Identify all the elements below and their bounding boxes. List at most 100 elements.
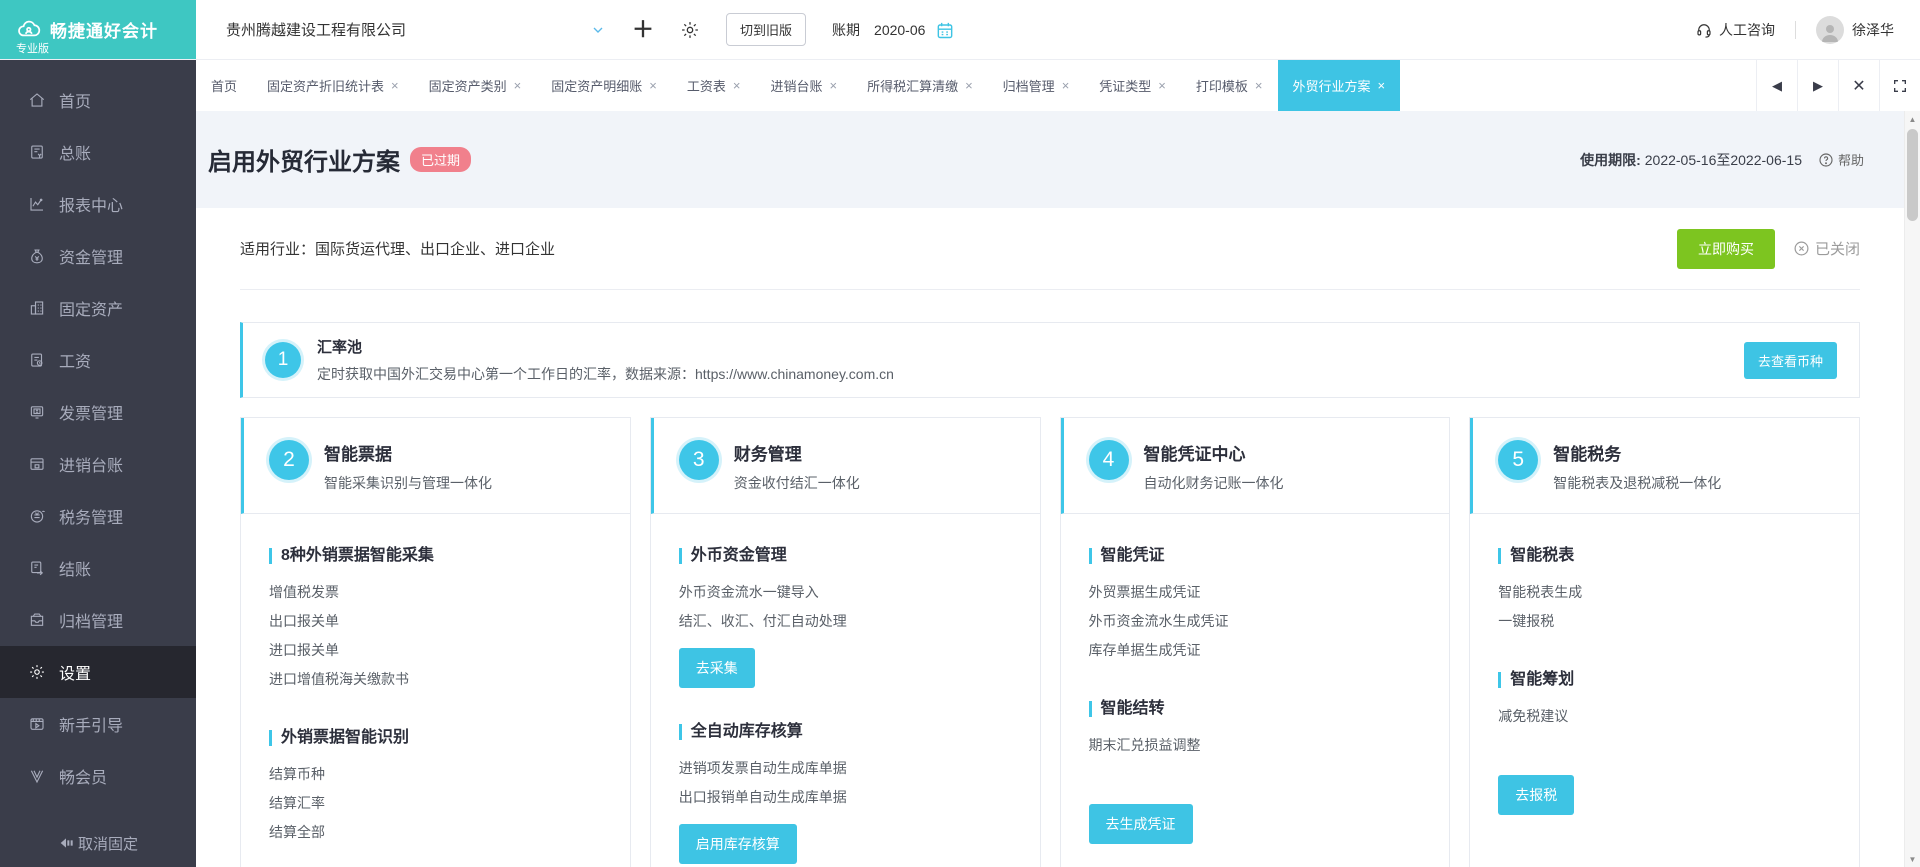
card-number: 2 [269,440,309,480]
scrollbar-thumb[interactable] [1907,129,1918,221]
report-chart-icon [30,198,43,211]
industry-row: 适用行业： 国际货运代理、出口企业、进口企业 立即购买 已关闭 [240,208,1860,289]
vertical-scrollbar[interactable]: ▲ ▼ [1904,111,1920,867]
support-link[interactable]: 人工咨询 [1695,20,1775,40]
file-tax-button[interactable]: 去报税 [1498,775,1575,815]
list-item: 外币资金流水一键导入 [678,584,819,600]
add-account-button[interactable]: ＋ [632,18,654,41]
unpin-sidebar-button[interactable]: 取消固定 [0,819,196,867]
list-item: 进口增值税海关缴款书 [269,671,409,687]
tabbar: 首页 固定资产折旧统计表 × 固定资产类别 × 固定资产明细账 × 工资表 × 进销台账… [196,60,1920,111]
sidebar-item-archive-management[interactable]: 归档管理 [0,594,196,646]
sidebar-item-report-center[interactable]: 报表中心 [0,178,196,230]
enable-inventory-button[interactable]: 启用库存核算 [678,824,797,864]
sidebar-item-home[interactable]: 首页 [0,74,196,126]
tab-close-icon[interactable]: × [1255,78,1263,93]
list-item: 库存单据生成凭证 [1088,642,1201,658]
sidebar-item-label: 总账 [59,146,92,163]
period-label: 账期 [832,21,861,38]
card-header: 3 财务管理 资金收付结汇一体化 [650,418,1040,514]
tab-home[interactable]: 首页 [196,60,252,111]
card-smart-voucher-center: 4 智能凭证中心 自动化财务记账一体化 智能凭证 外贸票据生成凭证 外币资金流水… [1059,417,1451,867]
headset-icon [1697,23,1711,38]
tabs-scroll-left-button[interactable]: ◀ [1756,60,1797,111]
sidebar-item-beginner-guide[interactable]: 新手引导 [0,698,196,750]
scrollbar-up-arrow[interactable]: ▲ [1905,111,1920,127]
sidebar-item-tax-management[interactable]: 税务管理 [0,490,196,542]
sidebar-item-closing[interactable]: 结账 [0,542,196,594]
sidebar-item-settings[interactable]: 设置 [0,646,196,698]
tab-close-icon[interactable]: × [391,78,399,93]
close-all-tabs-button[interactable]: ✕ [1838,60,1879,111]
tab-fixed-asset-category[interactable]: 固定资产类别 × [414,60,537,111]
tab-archive-management[interactable]: 归档管理 × [988,60,1085,111]
sidebar-item-funds-management[interactable]: 资金管理 [0,230,196,282]
closed-status: 已关闭 [1793,238,1860,259]
sidebar-item-label: 归档管理 [59,614,124,631]
building-icon [30,301,44,315]
card-section: 外币资金管理 外币资金流水一键导入 结汇、收汇、付汇自动处理 去采集 [678,548,1014,688]
fullscreen-icon [1894,79,1906,92]
tab-label: 固定资产类别 [428,79,507,94]
sidebar-item-fixed-assets[interactable]: 固定资产 [0,282,196,334]
tax-icon [30,510,46,523]
cloud-logo-icon [18,20,41,36]
sidebar-item-member[interactable]: 畅会员 [0,750,196,802]
card-section-heading: 外销票据智能识别 [269,730,604,746]
tab-print-template[interactable]: 打印模板 × [1181,60,1278,111]
tab-salary-sheet[interactable]: 工资表 × [672,60,756,111]
topbar-right: 人工咨询 徐泽华 [1695,15,1894,44]
settings-gear-icon [30,665,44,679]
sidebar-item-label: 结账 [59,562,92,579]
card-title: 智能凭证中心 [1143,445,1246,464]
card-header: 2 智能票据 智能采集识别与管理一体化 [241,418,630,514]
card-header: 4 智能凭证中心 自动化财务记账一体化 [1060,418,1450,514]
tab-close-icon[interactable]: × [649,78,657,93]
card-body: 8种外销票据智能采集 增值税发票 出口报关单 进口报关单 进口增值税海关缴款书 … [241,514,630,867]
collect-funds-button[interactable]: 去采集 [678,648,755,688]
avatar[interactable] [1816,15,1844,44]
main-area: 首页 固定资产折旧统计表 × 固定资产类别 × 固定资产明细账 × 工资表 × 进销台账… [196,60,1920,867]
sidebar-item-payroll[interactable]: 工资 [0,334,196,386]
tab-close-icon[interactable]: × [733,78,741,93]
card-section-heading: 智能税表 [1498,548,1833,564]
switch-old-version-button[interactable]: 切到旧版 [726,13,807,46]
fullscreen-button[interactable] [1879,60,1920,111]
company-selector[interactable]: 贵州腾越建设工程有限公司 [226,19,606,40]
help-link[interactable]: 帮助 [1818,150,1864,169]
tab-close-icon[interactable]: × [1378,78,1386,93]
settings-gear-button[interactable] [680,20,700,40]
member-v-icon [30,770,44,784]
tab-close-icon[interactable]: × [965,78,973,93]
view-currency-button[interactable]: 去查看币种 [1743,341,1837,379]
step-desc: 定时获取中国外汇交易中心第一个工作日的汇率，数据来源：https://www.c… [317,366,894,382]
generate-voucher-button[interactable]: 去生成凭证 [1088,804,1193,844]
sidebar-item-general-ledger[interactable]: 总账 [0,126,196,178]
buy-now-button[interactable]: 立即购买 [1676,228,1775,269]
topbar-main: 贵州腾越建设工程有限公司 ＋ 切到旧版 账期 2020-06 人工咨询 徐泽华 [196,0,1920,59]
username[interactable]: 徐泽华 [1852,20,1894,40]
list-item: 结算全部 [269,824,325,840]
sidebar-item-invoice-management[interactable]: 发票管理 [0,386,196,438]
tab-income-tax-settlement[interactable]: 所得税汇算清缴 × [852,60,988,111]
tab-close-icon[interactable]: × [1062,78,1070,93]
tab-fixed-asset-depreciation[interactable]: 固定资产折旧统计表 × [252,60,414,111]
scrollbar-down-arrow[interactable]: ▼ [1905,851,1920,867]
tab-purchase-sales-ledger[interactable]: 进销台账 × [755,60,852,111]
tabs-scroll-right-button[interactable]: ▶ [1797,60,1838,111]
help-label: 帮助 [1837,153,1864,168]
tab-fixed-asset-detail[interactable]: 固定资产明细账 × [536,60,672,111]
card-section: 智能结转 期末汇兑损益调整 [1088,701,1424,760]
tab-label: 所得税汇算清缴 [867,79,959,94]
calendar-icon[interactable] [935,20,955,40]
tab-voucher-type[interactable]: 凭证类型 × [1084,60,1181,111]
tab-close-icon[interactable]: × [1158,78,1166,93]
card-section-heading: 外币资金管理 [678,548,1014,564]
industries-value: 国际货运代理、出口企业、进口企业 [315,241,556,258]
tab-foreign-trade-plan[interactable]: 外贸行业方案 × [1277,60,1401,111]
plan-panel: 适用行业： 国际货运代理、出口企业、进口企业 立即购买 已关闭 1 汇率池 定时… [196,208,1904,867]
tab-close-icon[interactable]: × [514,78,522,93]
tab-close-icon[interactable]: × [829,78,837,93]
archive-box-icon [30,613,44,626]
sidebar-item-purchase-sales-ledger[interactable]: 进销台账 [0,438,196,490]
